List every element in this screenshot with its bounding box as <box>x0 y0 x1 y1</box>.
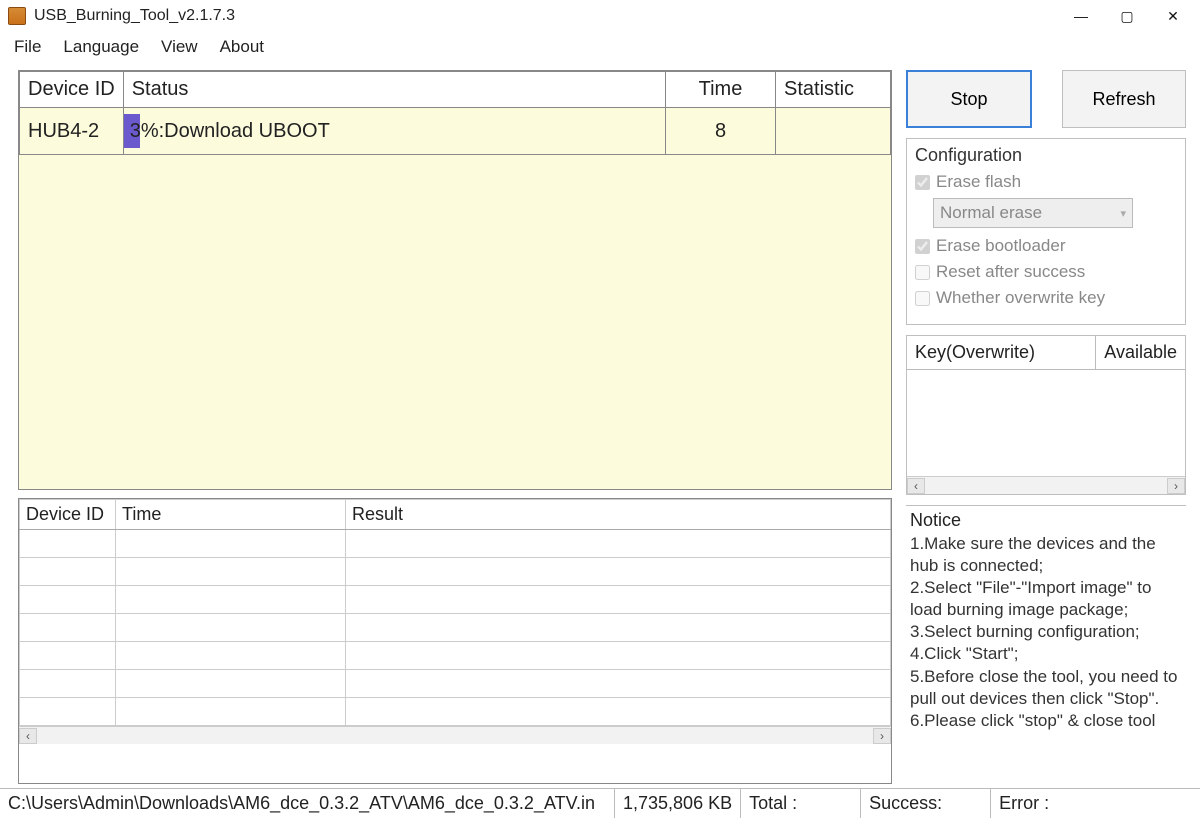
status-path: C:\Users\Admin\Downloads\AM6_dce_0.3.2_A… <box>0 789 615 818</box>
result-header-id[interactable]: Device ID <box>20 500 116 530</box>
erase-mode-select[interactable]: Normal erase ▾ <box>933 198 1133 228</box>
key-header: Key(Overwrite) Available <box>907 336 1185 370</box>
erase-bootloader-input[interactable] <box>915 239 930 254</box>
scroll-track[interactable] <box>37 729 873 743</box>
close-button[interactable]: ✕ <box>1150 1 1196 31</box>
notice-line: 6.Please click "stop" & close tool <box>910 710 1182 732</box>
status-size: 1,735,806 KB <box>615 789 741 818</box>
result-row <box>20 530 891 558</box>
stop-button[interactable]: Stop <box>906 70 1032 128</box>
overwrite-key-checkbox[interactable]: Whether overwrite key <box>915 288 1177 308</box>
result-row <box>20 642 891 670</box>
content: Device ID Status Time Statistic HUB4-2 3… <box>0 62 1200 788</box>
overwrite-key-input[interactable] <box>915 291 930 306</box>
action-buttons: Stop Refresh <box>906 70 1186 128</box>
reset-after-checkbox[interactable]: Reset after success <box>915 262 1177 282</box>
window-controls: — ▢ ✕ <box>1058 1 1196 31</box>
reset-after-input[interactable] <box>915 265 930 280</box>
device-status-cell: 3%:Download UBOOT <box>123 108 665 155</box>
chevron-down-icon: ▾ <box>1120 207 1126 220</box>
result-row <box>20 614 891 642</box>
right-column: Stop Refresh Configuration Erase flash N… <box>906 70 1186 784</box>
device-header-statistic[interactable]: Statistic <box>776 72 891 108</box>
notice-body: 1.Make sure the devices and the hub is c… <box>906 533 1186 732</box>
notice-panel: Notice 1.Make sure the devices and the h… <box>906 505 1186 784</box>
device-table-container: Device ID Status Time Statistic HUB4-2 3… <box>18 70 892 490</box>
menu-file[interactable]: File <box>4 35 51 59</box>
result-row <box>20 670 891 698</box>
device-header-time[interactable]: Time <box>666 72 776 108</box>
erase-mode-value: Normal erase <box>940 203 1042 223</box>
result-row <box>20 586 891 614</box>
status-success: Success: <box>861 789 991 818</box>
scroll-track[interactable] <box>925 479 1167 493</box>
result-table: Device ID Time Result <box>19 499 891 726</box>
scroll-left-icon[interactable]: ‹ <box>907 478 925 494</box>
scroll-left-icon[interactable]: ‹ <box>19 728 37 744</box>
key-body <box>907 370 1185 476</box>
notice-line: 4.Click "Start"; <box>910 643 1182 665</box>
configuration-title: Configuration <box>915 145 1177 166</box>
erase-flash-input[interactable] <box>915 175 930 190</box>
reset-after-label: Reset after success <box>936 262 1085 282</box>
overwrite-key-label: Whether overwrite key <box>936 288 1105 308</box>
erase-bootloader-checkbox[interactable]: Erase bootloader <box>915 236 1177 256</box>
window-title: USB_Burning_Tool_v2.1.7.3 <box>34 7 1058 25</box>
result-scrollbar[interactable]: ‹ › <box>19 726 891 744</box>
result-header-time[interactable]: Time <box>116 500 346 530</box>
notice-line: 2.Select "File"-"Import image" to load b… <box>910 577 1182 621</box>
erase-flash-checkbox[interactable]: Erase flash <box>915 172 1177 192</box>
device-header-id[interactable]: Device ID <box>20 72 124 108</box>
notice-title: Notice <box>906 506 1186 533</box>
device-table: Device ID Status Time Statistic HUB4-2 3… <box>19 71 891 155</box>
titlebar: USB_Burning_Tool_v2.1.7.3 — ▢ ✕ <box>0 0 1200 32</box>
app-icon <box>8 7 26 25</box>
menu-view[interactable]: View <box>151 35 208 59</box>
result-header-result[interactable]: Result <box>346 500 891 530</box>
key-header-available[interactable]: Available <box>1096 336 1185 369</box>
erase-bootloader-label: Erase bootloader <box>936 236 1065 256</box>
device-row[interactable]: HUB4-2 3%:Download UBOOT 8 <box>20 108 891 155</box>
left-column: Device ID Status Time Statistic HUB4-2 3… <box>18 70 892 784</box>
notice-line: 1.Make sure the devices and the hub is c… <box>910 533 1182 577</box>
key-panel: Key(Overwrite) Available ‹ › <box>906 335 1186 495</box>
scroll-right-icon[interactable]: › <box>873 728 891 744</box>
menubar: File Language View About <box>0 32 1200 62</box>
menu-language[interactable]: Language <box>53 35 149 59</box>
configuration-panel: Configuration Erase flash Normal erase ▾… <box>906 138 1186 325</box>
device-table-empty-area <box>19 155 891 489</box>
status-total: Total : <box>741 789 861 818</box>
device-status-text: 3%:Download UBOOT <box>124 120 330 143</box>
device-time-cell: 8 <box>666 108 776 155</box>
status-error: Error : <box>991 789 1200 818</box>
minimize-button[interactable]: — <box>1058 1 1104 31</box>
menu-about[interactable]: About <box>210 35 274 59</box>
key-scrollbar[interactable]: ‹ › <box>907 476 1185 494</box>
device-stat-cell <box>776 108 891 155</box>
device-id-cell: HUB4-2 <box>20 108 124 155</box>
maximize-button[interactable]: ▢ <box>1104 1 1150 31</box>
result-row <box>20 698 891 726</box>
erase-flash-label: Erase flash <box>936 172 1021 192</box>
device-header-status[interactable]: Status <box>123 72 665 108</box>
notice-line: 3.Select burning configuration; <box>910 621 1182 643</box>
refresh-button[interactable]: Refresh <box>1062 70 1186 128</box>
result-row <box>20 558 891 586</box>
statusbar: C:\Users\Admin\Downloads\AM6_dce_0.3.2_A… <box>0 788 1200 818</box>
scroll-right-icon[interactable]: › <box>1167 478 1185 494</box>
notice-line: 5.Before close the tool, you need to pul… <box>910 666 1182 710</box>
key-header-overwrite[interactable]: Key(Overwrite) <box>907 336 1096 369</box>
result-table-container: Device ID Time Result ‹ <box>18 498 892 784</box>
